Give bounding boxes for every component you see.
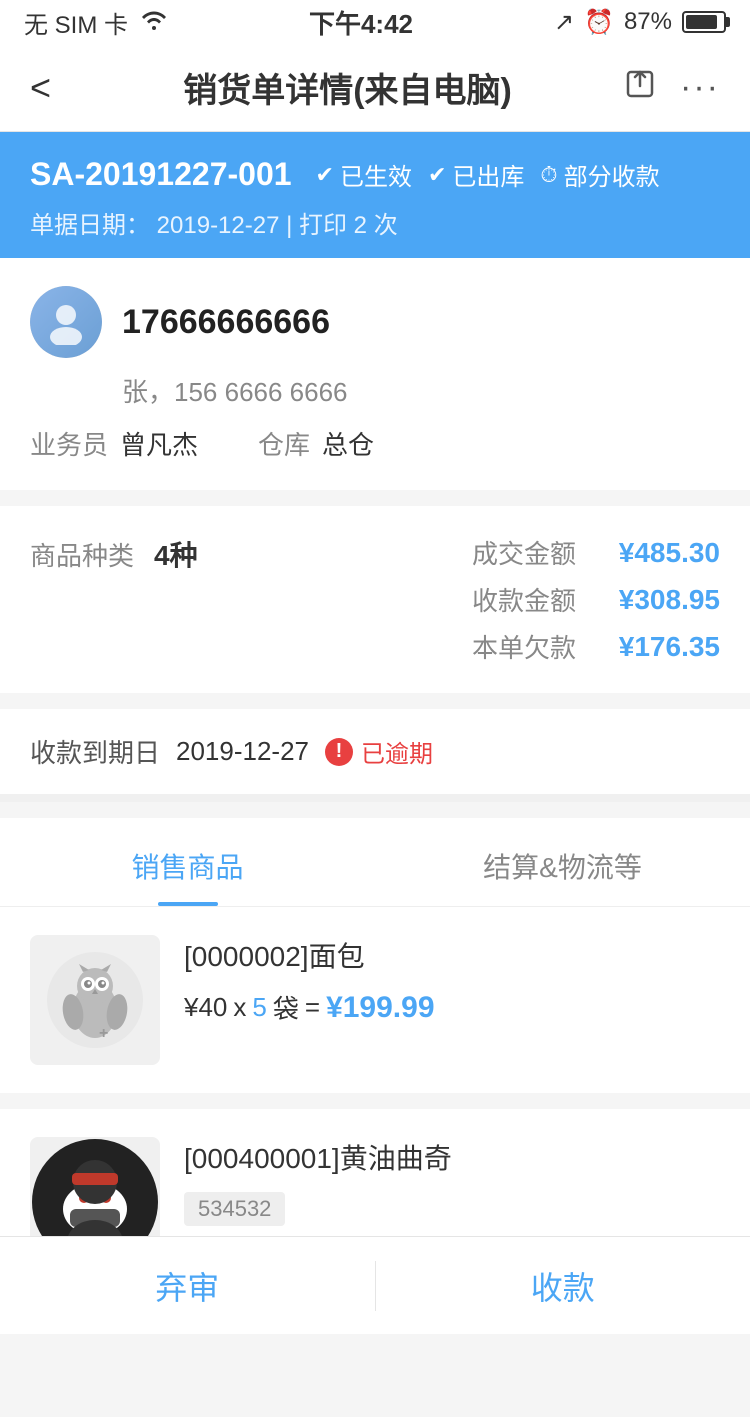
sales-label: 业务员 (30, 425, 108, 462)
product-price-1: ¥40 x 5 袋 = ¥199.99 (184, 989, 720, 1026)
status-time: 下午4:42 (309, 4, 413, 41)
overdue-text: 已逾期 (361, 734, 433, 769)
clock-icon: ⏱ (540, 162, 557, 188)
price-total-1: ¥199.99 (326, 991, 434, 1025)
alarm-icon: ⏰ (584, 8, 614, 37)
overdue-badge: ! 已逾期 (325, 734, 433, 769)
stats-left: 商品种类 4种 (30, 534, 198, 574)
owed-label: 本单欠款 (472, 628, 576, 665)
order-id: SA-20191227-001 (30, 156, 292, 193)
stats-section: 商品种类 4种 成交金额 ¥485.30 收款金额 ¥308.95 本单欠款 ¥… (0, 506, 750, 693)
bottom-bar: 弃审 收款 (0, 1236, 750, 1334)
deal-label: 成交金额 (472, 534, 576, 571)
due-label: 收款到期日 (30, 733, 160, 770)
nav-actions: ··· (624, 68, 720, 108)
product-image-1: + (30, 935, 160, 1065)
type-label: 商品种类 (30, 536, 134, 573)
battery-icon (682, 11, 726, 33)
battery-text: 87% (624, 8, 672, 36)
deal-amount-row: 成交金额 ¥485.30 (472, 534, 720, 571)
order-date: 2019-12-27 (157, 212, 280, 239)
customer-name: 张，156 6666 6666 (30, 372, 720, 409)
owed-amount-row: 本单欠款 ¥176.35 (472, 628, 720, 665)
due-section: 收款到期日 2019-12-27 ! 已逾期 (0, 709, 750, 802)
price-unit-1: ¥40 (184, 992, 227, 1023)
received-label: 收款金额 (472, 581, 576, 618)
sales-info: 业务员 曾凡杰 (30, 425, 198, 462)
check-icon-effective: ✔ (316, 162, 334, 188)
customer-meta: 业务员 曾凡杰 仓库 总仓 (30, 425, 720, 462)
page-title: 销货单详情(来自电脑) (71, 63, 624, 112)
customer-section: 17666666666 张，156 6666 6666 业务员 曾凡杰 仓库 总… (0, 258, 750, 490)
product-info-1: [0000002]面包 ¥40 x 5 袋 = ¥199.99 (184, 935, 720, 1026)
status-tags: ✔ 已生效 ✔ 已出库 ⏱ 部分收款 (316, 157, 660, 192)
svg-text:+: + (99, 1025, 108, 1042)
avatar (30, 286, 102, 358)
owed-value: ¥176.35 (600, 631, 720, 663)
status-bar: 无 SIM 卡 下午4:42 ↗ ⏰ 87% (0, 0, 750, 44)
status-partial: ⏱ 部分收款 (540, 157, 659, 192)
products-list: + [0000002]面包 ¥40 x 5 袋 = ¥199.99 (0, 907, 750, 1417)
tab-sales-products[interactable]: 销售商品 (0, 818, 375, 906)
deal-value: ¥485.30 (600, 537, 720, 569)
list-item: + [0000002]面包 ¥40 x 5 袋 = ¥199.99 (0, 907, 750, 1093)
location-icon: ↗ (554, 8, 574, 37)
warehouse-name: 总仓 (322, 425, 374, 462)
received-amount-row: 收款金额 ¥308.95 (472, 581, 720, 618)
status-left: 无 SIM 卡 (24, 5, 168, 40)
price-unit-label-1: 袋 (273, 989, 299, 1026)
status-shipped: ✔ 已出库 (428, 157, 524, 192)
product-name-1: [0000002]面包 (184, 935, 720, 975)
banner-date-row: 单据日期： 2019-12-27 | 打印 2 次 (30, 205, 720, 240)
product-name-2: [000400001]黄油曲奇 (184, 1137, 720, 1177)
carrier-text: 无 SIM 卡 (24, 5, 128, 40)
received-value: ¥308.95 (600, 584, 720, 616)
product-type-row: 商品种类 4种 (30, 534, 198, 574)
stats-right: 成交金额 ¥485.30 收款金额 ¥308.95 本单欠款 ¥176.35 (472, 534, 720, 665)
type-value: 4种 (154, 534, 198, 574)
date-label: 单据日期： (30, 212, 150, 239)
back-button[interactable]: < (30, 67, 71, 109)
customer-row: 17666666666 (30, 286, 720, 358)
print-text: | 打印 2 次 (286, 212, 398, 239)
warehouse-label: 仓库 (258, 425, 310, 462)
wifi-icon (140, 8, 168, 37)
status-effective: ✔ 已生效 (316, 157, 412, 192)
banner-row1: SA-20191227-001 ✔ 已生效 ✔ 已出库 ⏱ 部分收款 (30, 156, 720, 193)
price-qty-1: 5 (252, 992, 266, 1023)
cancel-button[interactable]: 弃审 (0, 1243, 375, 1329)
more-button[interactable]: ··· (680, 68, 720, 107)
tab-settlement[interactable]: 结算&物流等 (375, 818, 750, 906)
tabs-container: 销售商品 结算&物流等 (0, 818, 750, 907)
due-date: 2019-12-27 (176, 736, 309, 767)
product-batch-2: 534532 (184, 1192, 285, 1226)
check-icon-shipped: ✔ (428, 162, 446, 188)
confirm-button[interactable]: 收款 (376, 1243, 750, 1329)
status-right: ↗ ⏰ 87% (554, 8, 726, 37)
warehouse-info: 仓库 总仓 (258, 425, 374, 462)
share-button[interactable] (624, 68, 656, 108)
header-banner: SA-20191227-001 ✔ 已生效 ✔ 已出库 ⏱ 部分收款 单据日期：… (0, 132, 750, 258)
customer-phone: 17666666666 (122, 303, 330, 342)
sales-name: 曾凡杰 (120, 425, 198, 462)
overdue-icon: ! (325, 738, 353, 766)
nav-bar: < 销货单详情(来自电脑) ··· (0, 44, 750, 132)
